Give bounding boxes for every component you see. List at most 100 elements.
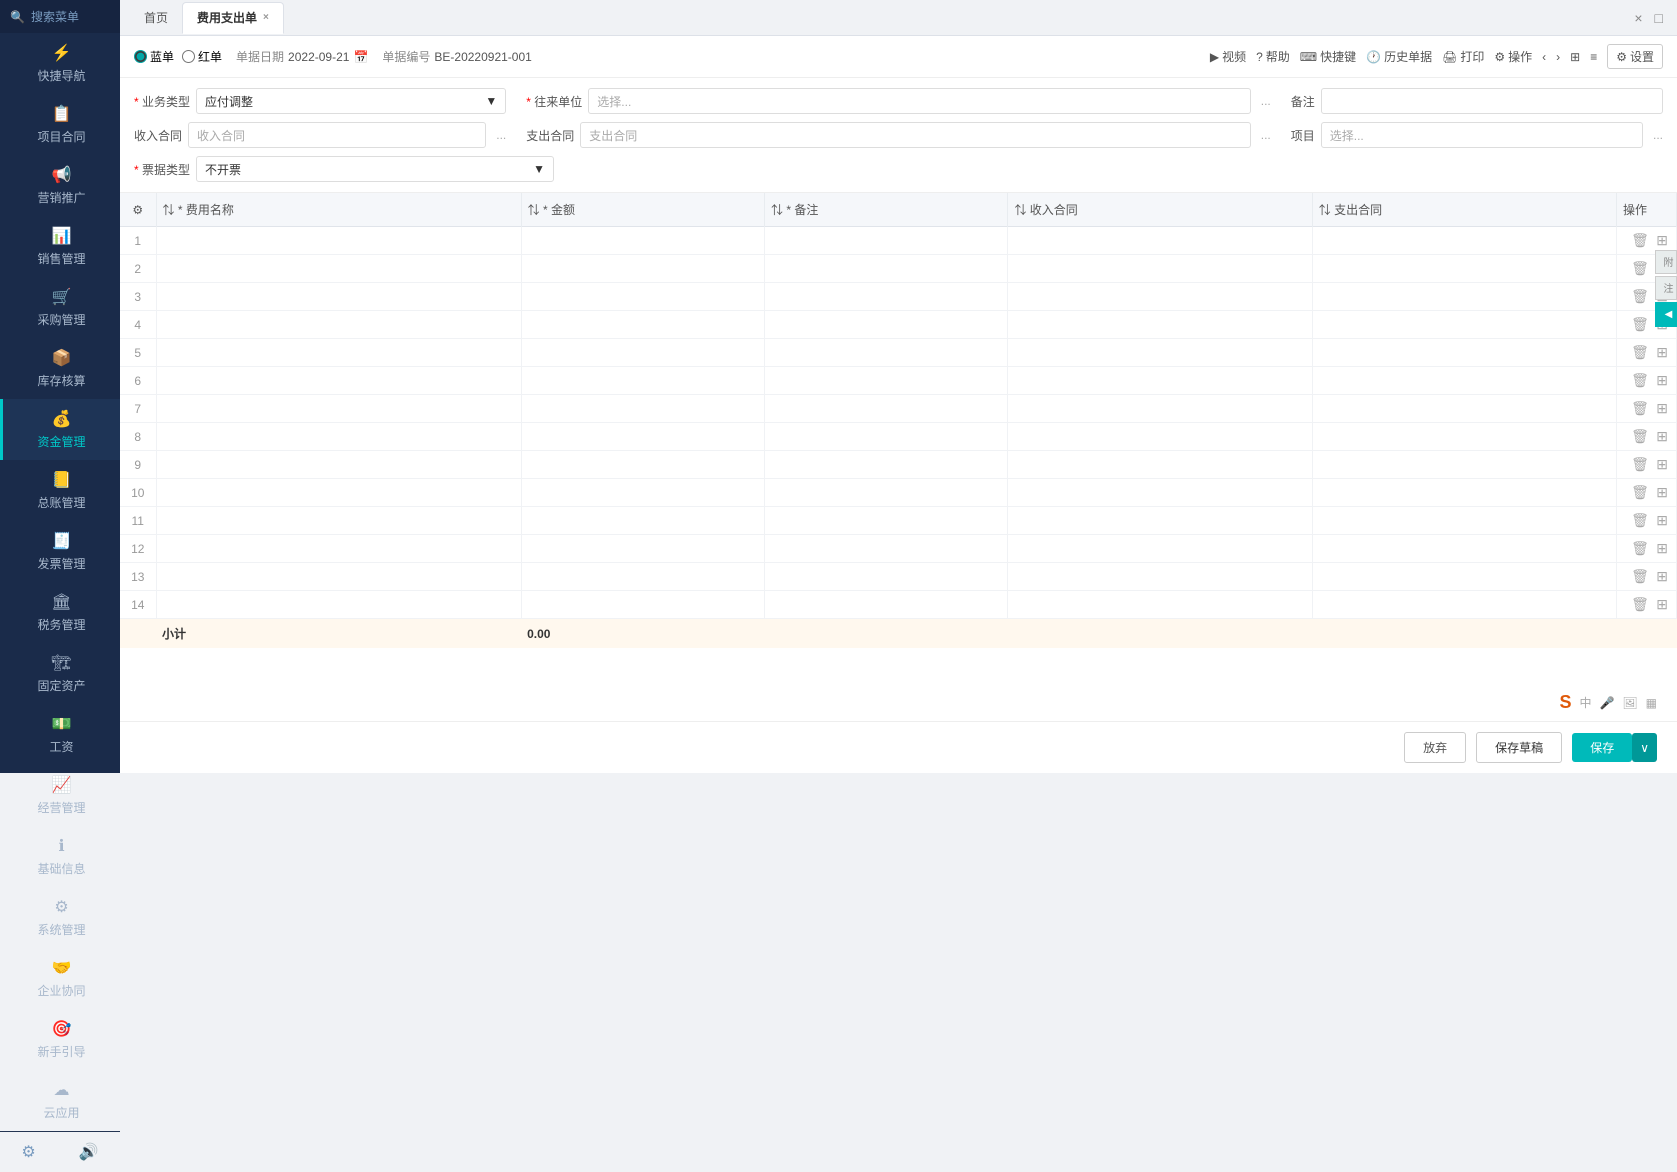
blue-radio-input[interactable] <box>134 50 147 63</box>
red-radio-input[interactable] <box>182 50 195 63</box>
col-note[interactable]: ⇅ * 备注 <box>765 193 1008 227</box>
row-copy-8[interactable]: ⊞ <box>1654 427 1670 446</box>
row-expense-7[interactable] <box>1312 395 1616 423</box>
row-amount-8[interactable] <box>521 423 764 451</box>
discard-button[interactable]: 放弃 <box>1404 732 1466 763</box>
toggle-float-btn[interactable]: ◀ <box>1655 302 1677 327</box>
row-delete-7[interactable]: 🗑 <box>1629 399 1651 418</box>
row-income-10[interactable] <box>1008 479 1312 507</box>
row-expense-8[interactable] <box>1312 423 1616 451</box>
nav-prev[interactable]: ‹ <box>1542 50 1546 64</box>
row-amount-7[interactable] <box>521 395 764 423</box>
row-expense-11[interactable] <box>1312 507 1616 535</box>
sidebar-item-salary[interactable]: 💵工资 <box>0 704 120 765</box>
row-name-2[interactable] <box>156 255 521 283</box>
row-income-12[interactable] <box>1008 535 1312 563</box>
sidebar-item-fixed-assets[interactable]: 🏗固定资产 <box>0 643 120 704</box>
row-expense-3[interactable] <box>1312 283 1616 311</box>
row-expense-12[interactable] <box>1312 535 1616 563</box>
sidebar-item-sales-promo[interactable]: 📢营销推广 <box>0 155 120 216</box>
row-amount-10[interactable] <box>521 479 764 507</box>
row-income-14[interactable] <box>1008 591 1312 619</box>
tab-expense[interactable]: 费用支出单 × <box>182 2 284 34</box>
row-expense-5[interactable] <box>1312 339 1616 367</box>
row-copy-9[interactable]: ⊞ <box>1654 455 1670 474</box>
sidebar-item-project-contract[interactable]: 📋项目合同 <box>0 94 120 155</box>
audio-icon[interactable]: 🔊 <box>79 1142 99 1162</box>
row-note-11[interactable] <box>765 507 1008 535</box>
row-income-11[interactable] <box>1008 507 1312 535</box>
calendar-icon[interactable]: 📅 <box>353 50 368 64</box>
row-income-4[interactable] <box>1008 311 1312 339</box>
row-income-7[interactable] <box>1008 395 1312 423</box>
row-expense-4[interactable] <box>1312 311 1616 339</box>
row-note-4[interactable] <box>765 311 1008 339</box>
row-name-12[interactable] <box>156 535 521 563</box>
sidebar-item-inventory[interactable]: 📦库存核算 <box>0 338 120 399</box>
row-name-1[interactable] <box>156 227 521 255</box>
row-delete-8[interactable]: 🗑 <box>1629 427 1651 446</box>
row-income-3[interactable] <box>1008 283 1312 311</box>
col-expense[interactable]: ⇅ 支出合同 <box>1312 193 1616 227</box>
sidebar-item-new-guide[interactable]: 🎯新手引导 <box>0 1009 120 1070</box>
row-income-13[interactable] <box>1008 563 1312 591</box>
save-button[interactable]: 保存 <box>1572 733 1632 762</box>
row-name-8[interactable] <box>156 423 521 451</box>
row-delete-9[interactable]: 🗑 <box>1629 455 1651 474</box>
row-note-7[interactable] <box>765 395 1008 423</box>
note-float-btn[interactable]: 注 <box>1655 276 1677 300</box>
row-note-9[interactable] <box>765 451 1008 479</box>
counterparty-select[interactable]: 选择... <box>588 88 1250 114</box>
row-note-6[interactable] <box>765 367 1008 395</box>
red-radio[interactable]: 红单 <box>182 48 222 65</box>
row-copy-6[interactable]: ⊞ <box>1654 371 1670 390</box>
row-delete-13[interactable]: 🗑 <box>1629 567 1651 586</box>
row-expense-6[interactable] <box>1312 367 1616 395</box>
row-amount-14[interactable] <box>521 591 764 619</box>
row-expense-9[interactable] <box>1312 451 1616 479</box>
row-income-9[interactable] <box>1008 451 1312 479</box>
row-income-2[interactable] <box>1008 255 1312 283</box>
row-amount-2[interactable] <box>521 255 764 283</box>
video-action[interactable]: ▶ 视频 <box>1210 48 1246 65</box>
row-amount-13[interactable] <box>521 563 764 591</box>
row-expense-14[interactable] <box>1312 591 1616 619</box>
counterparty-dots[interactable]: ... <box>1261 94 1271 108</box>
row-delete-3[interactable]: 🗑 <box>1629 287 1651 306</box>
project-select[interactable]: 选择... <box>1321 122 1643 148</box>
row-note-10[interactable] <box>765 479 1008 507</box>
row-delete-6[interactable]: 🗑 <box>1629 371 1651 390</box>
row-name-9[interactable] <box>156 451 521 479</box>
income-contract-select[interactable]: 收入合同 <box>188 122 486 148</box>
row-income-6[interactable] <box>1008 367 1312 395</box>
sidebar-item-tax[interactable]: 🏛税务管理 <box>0 582 120 643</box>
row-expense-1[interactable] <box>1312 227 1616 255</box>
row-income-5[interactable] <box>1008 339 1312 367</box>
row-name-14[interactable] <box>156 591 521 619</box>
row-note-8[interactable] <box>765 423 1008 451</box>
row-copy-1[interactable]: ⊞ <box>1654 231 1670 250</box>
operations-action[interactable]: ⚙ 操作 <box>1494 48 1532 65</box>
sidebar-item-enterprise-collab[interactable]: 🤝企业协同 <box>0 948 120 1009</box>
biz-type-select[interactable]: 应付调整 ▼ <box>196 88 506 114</box>
row-note-14[interactable] <box>765 591 1008 619</box>
row-delete-4[interactable]: 🗑 <box>1629 315 1651 334</box>
settings-icon[interactable]: ⚙ <box>21 1142 35 1162</box>
row-copy-11[interactable]: ⊞ <box>1654 511 1670 530</box>
attach-float-btn[interactable]: 附 <box>1655 250 1677 274</box>
row-name-3[interactable] <box>156 283 521 311</box>
row-copy-10[interactable]: ⊞ <box>1654 483 1670 502</box>
row-delete-2[interactable]: 🗑 <box>1629 259 1651 278</box>
row-amount-11[interactable] <box>521 507 764 535</box>
col-name[interactable]: ⇅ * 费用名称 <box>156 193 521 227</box>
row-name-11[interactable] <box>156 507 521 535</box>
row-amount-6[interactable] <box>521 367 764 395</box>
row-income-1[interactable] <box>1008 227 1312 255</box>
row-note-1[interactable] <box>765 227 1008 255</box>
expense-contract-dots[interactable]: ... <box>1261 128 1271 142</box>
row-delete-10[interactable]: 🗑 <box>1629 483 1651 502</box>
sidebar-item-finance[interactable]: 💰资金管理 <box>0 399 120 460</box>
row-name-6[interactable] <box>156 367 521 395</box>
nav-next[interactable]: › <box>1556 50 1560 64</box>
sidebar-search[interactable]: 🔍 搜索菜单 <box>0 0 120 33</box>
